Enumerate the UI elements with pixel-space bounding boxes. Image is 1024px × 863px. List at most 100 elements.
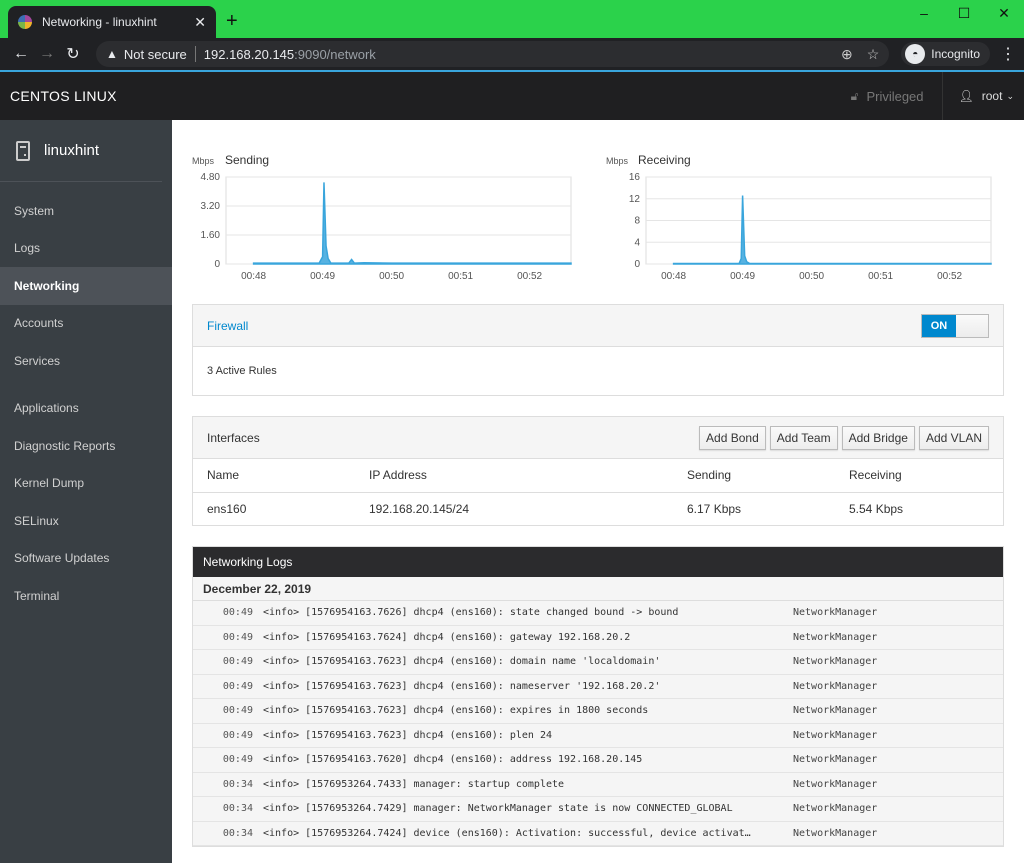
log-time: 00:49: [222, 729, 253, 741]
server-icon: [16, 140, 30, 161]
unlock-icon: 🔓︎: [850, 88, 859, 103]
reload-icon[interactable]: ↻: [60, 44, 86, 64]
log-message: <info> [1576954163.7623] dhcp4 (ens160):…: [263, 656, 661, 668]
log-message: <info> [1576954163.7623] dhcp4 (ens160):…: [263, 729, 552, 741]
sidebar-item-logs[interactable]: Logs: [0, 230, 172, 268]
log-entry[interactable]: 00:34 <info> [1576953264.7429] manager: N…: [193, 797, 1003, 822]
y-tick-label: 3.20: [201, 201, 221, 212]
iface-sending: 6.17 Kbps: [687, 501, 742, 516]
log-source: NetworkManager: [793, 680, 878, 692]
x-tick-label: 00:48: [661, 271, 686, 282]
sidebar-item-system[interactable]: System: [0, 192, 172, 230]
browser-tab[interactable]: Networking - linuxhint ✕: [8, 6, 216, 38]
sidebar-nav: System Logs Networking Accounts Services Appl…: [0, 182, 172, 615]
x-tick-label: 00:51: [448, 271, 473, 282]
browser-menu-icon[interactable]: ⋮: [1000, 44, 1016, 64]
logs-title: Networking Logs: [193, 547, 1003, 577]
firewall-toggle[interactable]: ON: [921, 313, 989, 338]
log-message: <info> [1576953264.7433] manager: startu…: [263, 778, 565, 790]
x-tick-label: 00:49: [730, 271, 755, 282]
close-window-icon[interactable]: ✕: [984, 0, 1024, 26]
networking-logs-panel: Networking Logs December 22, 2019 00:49 <…: [192, 546, 1004, 847]
sidebar-item-diagnostic-reports[interactable]: Diagnostic Reports: [0, 427, 172, 465]
back-icon[interactable]: ←: [8, 45, 34, 63]
y-tick-label: 0: [634, 259, 640, 270]
y-tick-label: 1.60: [201, 230, 221, 241]
brand-title: CENTOS LINUX: [10, 88, 117, 104]
log-entry[interactable]: 00:49 <info> [1576954163.7623] dhcp4 (ens…: [193, 674, 1003, 699]
add-vlan-button[interactable]: Add VLAN: [918, 425, 989, 450]
log-message: <info> [1576954163.7620] dhcp4 (ens160):…: [263, 754, 643, 766]
y-unit-label: Mbps: [192, 156, 215, 166]
firewall-link[interactable]: Firewall: [207, 319, 921, 333]
log-entry[interactable]: 00:49 <info> [1576954163.7624] dhcp4 (ens…: [193, 625, 1003, 650]
log-time: 00:49: [222, 754, 253, 766]
sidebar-item-software-updates[interactable]: Software Updates: [0, 540, 172, 578]
y-tick-label: 12: [629, 194, 641, 205]
incognito-icon: ◓: [905, 44, 926, 64]
add-team-button[interactable]: Add Team: [769, 425, 838, 450]
log-entry[interactable]: 00:49 <info> [1576954163.7620] dhcp4 (ens…: [193, 748, 1003, 773]
log-entry[interactable]: 00:49 <info> [1576954163.7626] dhcp4 (ens…: [193, 601, 1003, 626]
zoom-icon[interactable]: ⊕: [841, 46, 853, 63]
host-selector[interactable]: linuxhint: [0, 120, 162, 182]
log-entry[interactable]: 00:34 <info> [1576953264.7424] device (en…: [193, 821, 1003, 846]
incognito-profile[interactable]: ◓ Incognito: [901, 42, 990, 66]
log-time: 00:49: [222, 631, 253, 643]
receiving-chart: Mbps Receiving 0 4 8 12 16 00:48 00:49 00:50 00:51…: [606, 150, 1004, 300]
x-tick-label: 00:50: [379, 271, 404, 282]
tab-title: Networking - linuxhint: [42, 15, 157, 29]
close-tab-icon[interactable]: ✕: [194, 14, 206, 31]
log-entry[interactable]: 00:49 <info> [1576954163.7623] dhcp4 (ens…: [193, 699, 1003, 724]
user-menu[interactable]: 👤︎ root ⌄: [941, 72, 1014, 120]
host-name: linuxhint: [44, 142, 100, 159]
toggle-handle: [956, 314, 988, 337]
y-tick-label: 16: [629, 172, 641, 183]
privileged-label: Privileged: [866, 88, 924, 104]
sidebar-item-services[interactable]: Services: [0, 342, 172, 380]
log-time: 00:34: [222, 778, 253, 790]
maximize-icon[interactable]: ☐: [944, 0, 984, 26]
add-bridge-button[interactable]: Add Bridge: [841, 425, 915, 450]
log-source: NetworkManager: [793, 778, 878, 790]
add-bond-button[interactable]: Add Bond: [699, 425, 766, 450]
sidebar-item-terminal[interactable]: Terminal: [0, 577, 172, 615]
interfaces-panel: Interfaces Add Bond Add Team Add Bridge …: [192, 416, 1004, 526]
log-source: NetworkManager: [793, 729, 878, 741]
log-time: 00:34: [222, 827, 253, 839]
sidebar-item-networking[interactable]: Networking: [0, 267, 172, 305]
log-time: 00:49: [222, 656, 253, 668]
sidebar-item-applications[interactable]: Applications: [0, 390, 172, 428]
sidebar: linuxhint System Logs Networking Accounts Se…: [0, 120, 172, 863]
y-tick-label: 4.80: [201, 172, 221, 183]
plot-frame: [225, 176, 572, 265]
table-row[interactable]: ens160 192.168.20.145/24 6.17 Kbps 5.54 …: [193, 492, 1003, 525]
sidebar-item-kernel-dump[interactable]: Kernel Dump: [0, 465, 172, 503]
receiving-chart-svg: Mbps Receiving 0 4 8 12 16 00:48 00:49 00:50 00:51…: [606, 153, 992, 282]
log-entry[interactable]: 00:49 <info> [1576954163.7623] dhcp4 (ens…: [193, 650, 1003, 675]
chart-title: Sending: [225, 153, 269, 167]
user-name: root: [981, 89, 1003, 103]
forward-icon[interactable]: →: [34, 45, 60, 63]
star-icon[interactable]: ☆: [867, 46, 880, 63]
sidebar-item-accounts[interactable]: Accounts: [0, 305, 172, 343]
log-entry[interactable]: 00:34 <info> [1576953264.7433] manager: s…: [193, 772, 1003, 797]
privileged-button[interactable]: 🔓︎ Privileged: [851, 89, 924, 104]
log-message: <info> [1576954163.7624] dhcp4 (ens160):…: [263, 631, 631, 643]
log-message: <info> [1576953264.7424] device (ens160)…: [263, 827, 751, 839]
log-source: NetworkManager: [793, 607, 878, 619]
interfaces-title: Interfaces: [207, 430, 260, 445]
new-tab-button[interactable]: +: [226, 10, 238, 33]
security-label[interactable]: Not secure: [124, 47, 187, 62]
log-source: NetworkManager: [793, 754, 878, 766]
minimize-icon[interactable]: –: [904, 0, 944, 26]
browser-tab-bar: Networking - linuxhint ✕ + – ☐ ✕: [0, 0, 1024, 38]
url-input[interactable]: ▲ Not secure 192.168.20.145 :9090/networ…: [96, 41, 890, 67]
log-source: NetworkManager: [793, 803, 878, 815]
log-time: 00:49: [222, 607, 253, 619]
sidebar-item-selinux[interactable]: SELinux: [0, 502, 172, 540]
log-entry[interactable]: 00:49 <info> [1576954163.7623] dhcp4 (ens…: [193, 723, 1003, 748]
log-message: <info> [1576954163.7626] dhcp4 (ens160):…: [263, 607, 679, 619]
firewall-rules: 3 Active Rules: [207, 365, 277, 377]
logs-date: December 22, 2019: [193, 577, 1003, 601]
